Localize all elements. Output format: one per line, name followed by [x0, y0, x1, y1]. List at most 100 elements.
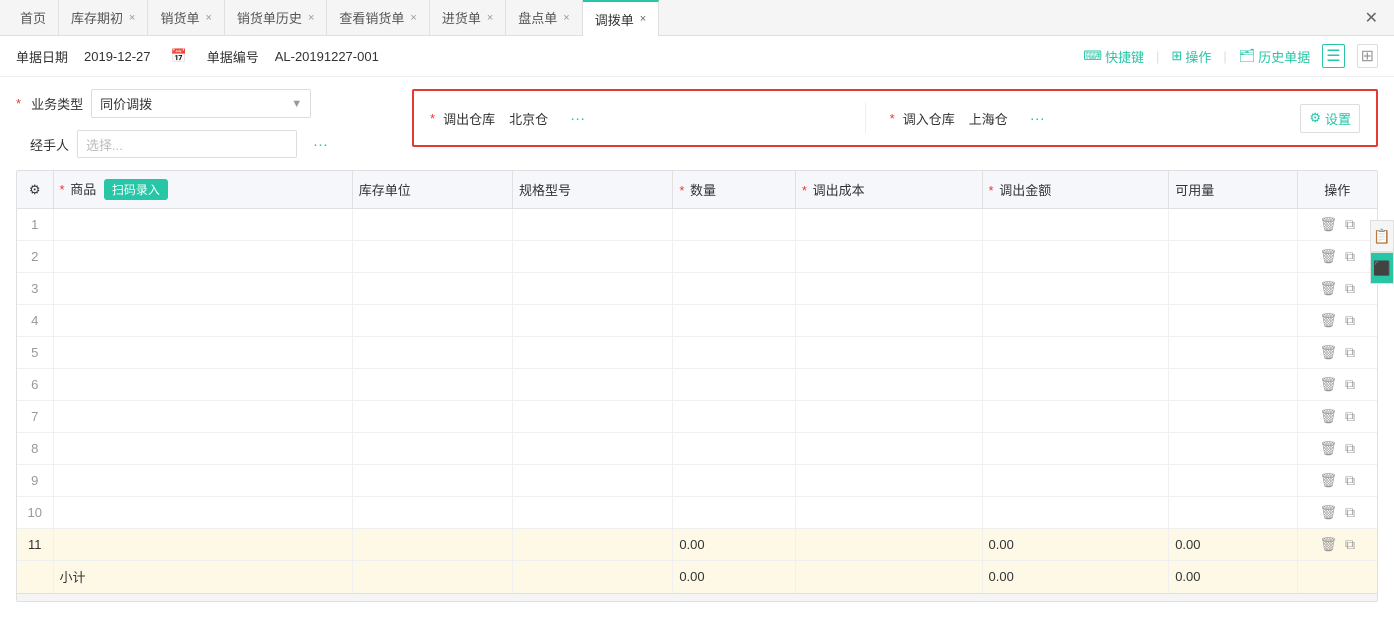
col-header-settings[interactable]: ⚙ [17, 171, 53, 209]
copy-icon[interactable]: ⧉ [1345, 408, 1355, 424]
cell-product[interactable] [53, 273, 352, 305]
panel-expand-icon[interactable]: ⬛ [1370, 252, 1394, 284]
tab-close-sales-history[interactable]: × [308, 12, 314, 24]
tab-sales-history[interactable]: 销货单历史 × [225, 0, 327, 36]
cell-cost[interactable] [795, 209, 982, 241]
cell-spec[interactable] [513, 433, 673, 465]
shortcut-btn[interactable]: ⌨ 快捷键 [1083, 47, 1144, 66]
cell-unit[interactable] [352, 401, 512, 433]
cell-product[interactable] [53, 337, 352, 369]
cell-qty[interactable] [673, 465, 796, 497]
handler-input[interactable]: 选择... [77, 130, 297, 158]
cell-unit[interactable] [352, 273, 512, 305]
delete-icon[interactable]: 🗑 [1320, 280, 1338, 296]
operation-btn[interactable]: ⊞ 操作 [1171, 47, 1211, 66]
scan-input-btn[interactable]: 扫码录入 [104, 179, 168, 200]
cell-spec[interactable] [513, 273, 673, 305]
cell-cost[interactable] [795, 369, 982, 401]
view-toggle-grid[interactable]: ⊞ [1357, 44, 1378, 68]
warehouse-in-more-icon[interactable]: ··· [1030, 110, 1045, 127]
cell-amount[interactable] [982, 273, 1169, 305]
calendar-icon[interactable]: 📅 [171, 48, 187, 64]
delete-icon[interactable]: 🗑 [1320, 440, 1338, 456]
cell-qty[interactable] [673, 305, 796, 337]
cell-unit[interactable] [352, 465, 512, 497]
delete-icon[interactable]: 🗑 [1320, 344, 1338, 360]
cell-product[interactable] [53, 369, 352, 401]
tab-close-inventory-init[interactable]: × [129, 12, 135, 24]
tab-bar-close-all[interactable]: ✕ [1357, 8, 1386, 28]
cell-spec[interactable] [513, 305, 673, 337]
cell-unit[interactable] [352, 337, 512, 369]
view-toggle-list[interactable]: ☰ [1322, 44, 1344, 68]
handler-more-icon[interactable]: ··· [313, 136, 328, 153]
cell-qty[interactable] [673, 401, 796, 433]
cell-unit[interactable] [352, 433, 512, 465]
cell-amount[interactable] [982, 465, 1169, 497]
cell-product[interactable] [53, 305, 352, 337]
cell-qty[interactable] [673, 337, 796, 369]
tab-close-purchase[interactable]: × [487, 12, 493, 24]
copy-icon[interactable]: ⧉ [1345, 344, 1355, 360]
copy-icon[interactable]: ⧉ [1345, 440, 1355, 456]
cell-cost[interactable] [795, 497, 982, 529]
cell-product[interactable] [53, 401, 352, 433]
warehouse-out-more-icon[interactable]: ··· [570, 110, 585, 127]
cell-cost[interactable] [795, 273, 982, 305]
history-btn[interactable]: 🗂 历史单据 [1239, 47, 1311, 66]
cell-cost[interactable] [795, 401, 982, 433]
tab-close-stocktake[interactable]: × [563, 12, 569, 24]
cell-product[interactable] [53, 209, 352, 241]
cell-cost[interactable] [795, 305, 982, 337]
cell-spec[interactable] [513, 209, 673, 241]
tab-inventory-init[interactable]: 库存期初 × [59, 0, 148, 36]
cell-amount[interactable] [982, 209, 1169, 241]
cell-unit[interactable] [352, 305, 512, 337]
delete-icon[interactable]: 🗑 [1320, 504, 1338, 520]
cell-product[interactable] [53, 241, 352, 273]
cell-qty[interactable] [673, 497, 796, 529]
cell-spec[interactable] [513, 465, 673, 497]
cell-product[interactable] [53, 433, 352, 465]
copy-icon[interactable]: ⧉ [1345, 216, 1355, 232]
cell-cost[interactable] [795, 433, 982, 465]
settings-button[interactable]: ⚙ 设置 [1300, 104, 1360, 133]
cell-unit[interactable] [352, 369, 512, 401]
cell-cost[interactable] [795, 465, 982, 497]
cell-amount[interactable] [982, 241, 1169, 273]
delete-icon[interactable]: 🗑 [1320, 312, 1338, 328]
cell-cost[interactable] [795, 241, 982, 273]
copy-icon[interactable]: ⧉ [1345, 472, 1355, 488]
cell-spec[interactable] [513, 497, 673, 529]
copy-icon[interactable]: ⧉ [1345, 280, 1355, 296]
business-type-select[interactable]: 同价调拨 ▼ [91, 89, 311, 118]
delete-icon[interactable]: 🗑 [1320, 536, 1338, 552]
delete-icon[interactable]: 🗑 [1320, 408, 1338, 424]
cell-amount[interactable] [982, 369, 1169, 401]
cell-spec[interactable] [513, 401, 673, 433]
tab-stocktake[interactable]: 盘点单 × [506, 0, 582, 36]
copy-icon[interactable]: ⧉ [1345, 376, 1355, 392]
cell-cost[interactable] [795, 337, 982, 369]
cell-amount[interactable] [982, 305, 1169, 337]
delete-icon[interactable]: 🗑 [1320, 376, 1338, 392]
tab-close-transfer[interactable]: × [640, 13, 646, 25]
tab-sales[interactable]: 销货单 × [148, 0, 224, 36]
copy-icon[interactable]: ⧉ [1345, 536, 1355, 552]
panel-doc-icon[interactable]: 📋 [1370, 220, 1394, 252]
tab-close-view-sales[interactable]: × [410, 12, 416, 24]
cell-spec[interactable] [513, 369, 673, 401]
cell-spec[interactable] [513, 241, 673, 273]
delete-icon[interactable]: 🗑 [1320, 248, 1338, 264]
cell-amount[interactable] [982, 337, 1169, 369]
cell-unit[interactable] [352, 241, 512, 273]
cell-unit[interactable] [352, 209, 512, 241]
cell-amount[interactable] [982, 497, 1169, 529]
copy-icon[interactable]: ⧉ [1345, 248, 1355, 264]
warehouse-in-value[interactable]: 上海仓 [969, 109, 1008, 128]
cell-amount[interactable] [982, 433, 1169, 465]
cell-qty[interactable] [673, 209, 796, 241]
tab-purchase[interactable]: 进货单 × [430, 0, 506, 36]
cell-spec[interactable] [513, 337, 673, 369]
tab-view-sales[interactable]: 查看销货单 × [327, 0, 429, 36]
